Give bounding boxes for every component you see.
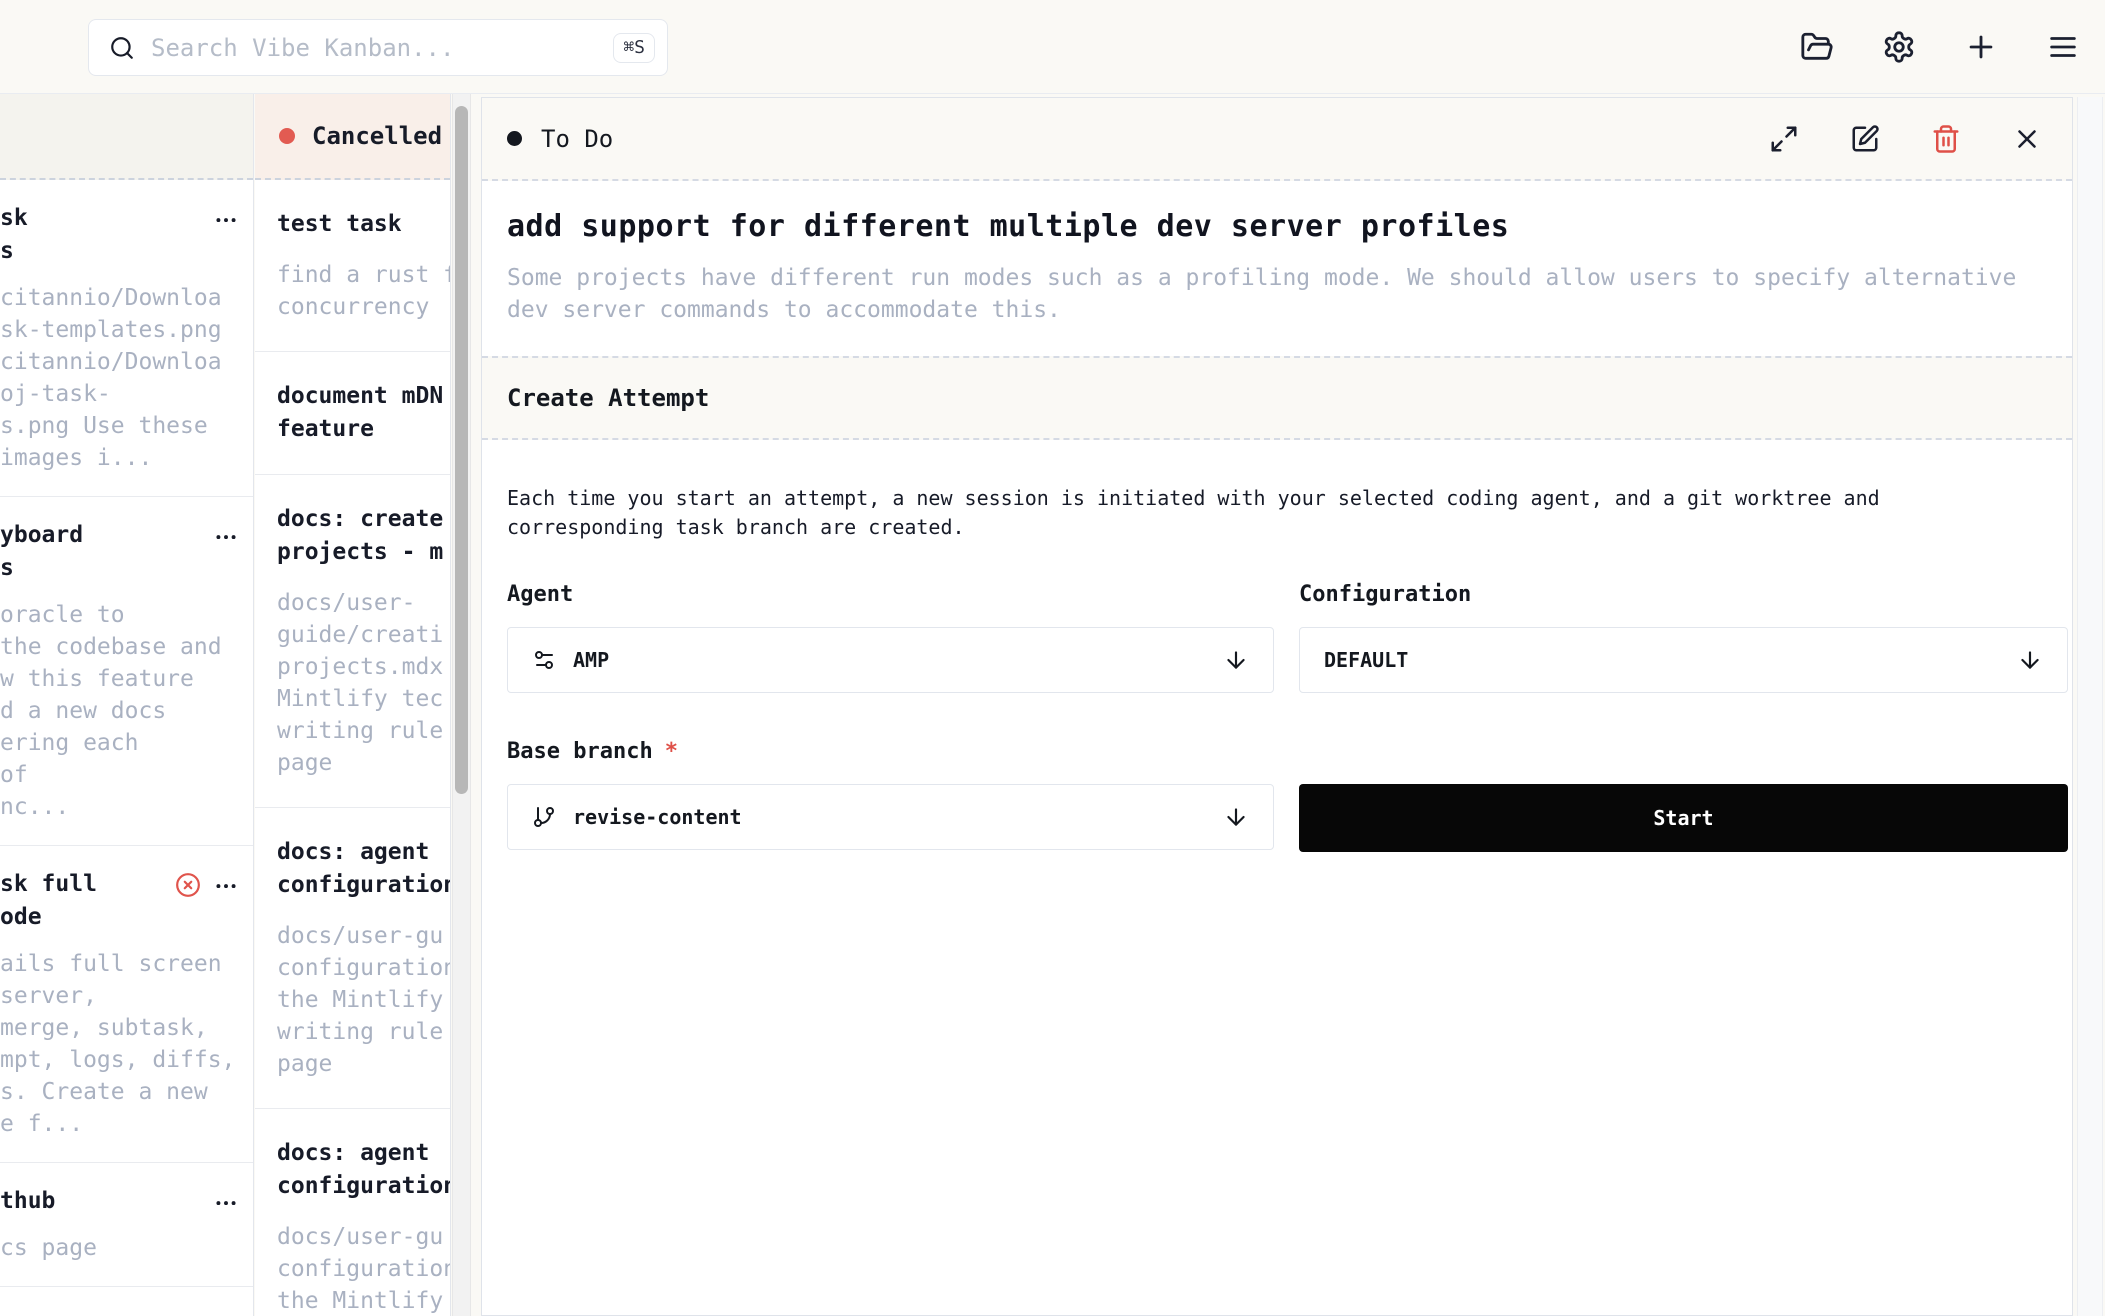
task-card[interactable]: docs: agent configuration docs/user-gu con… [255,808,450,1109]
kanban-column-left: sk s citannio/Downloa sk-templates.png cita… [0,94,254,1316]
card-menu-button[interactable] [213,872,239,898]
task-card-description: cs page [0,1235,97,1261]
scrollbar-thumb[interactable] [455,106,468,794]
task-card-description: ails full screen server, merge, subtask, mp… [0,951,236,1137]
task-card-description: find a rust f concurrency [277,262,450,320]
create-attempt-section-header: Create Attempt [482,356,2072,440]
task-card-title: docs: create projects - m [277,506,444,565]
topbar-actions [1799,0,2081,94]
delete-trash-icon[interactable] [1931,124,1961,154]
task-card[interactable]: thub cs page [0,1163,253,1287]
task-card-title: thub [0,1188,56,1214]
search-icon [109,35,135,61]
task-card-title: sk s [0,205,28,264]
arrow-down-icon [1223,647,1249,673]
kanban-column-cancelled: Cancelled test task find a rust f concurr… [255,94,451,1316]
task-card-description: citannio/Downloa sk-templates.png citannio… [0,285,222,471]
vibe-kanban-app: ⌘S sks [0,0,2105,1316]
create-attempt-info: Each time you start an attempt, a new se… [507,486,1880,539]
column-header-cancelled: Cancelled [255,94,450,180]
base-branch-value: revise-content [573,805,742,829]
task-card[interactable]: sk full ode ails full screen server, merge,… [0,846,253,1163]
configuration-value: DEFAULT [1324,648,1409,672]
task-card[interactable]: yboard s oracle to the codebase and w this … [0,497,253,846]
status-dot-icon [507,131,522,146]
task-card-title: document mDN feature [277,383,444,442]
add-plus-icon[interactable] [1963,29,1999,65]
configuration-label: Configuration [1299,582,1472,607]
agent-select[interactable]: AMP [507,627,1274,693]
search-shortcut-badge: ⌘S [613,32,655,63]
panel-header: To Do [482,98,2072,181]
card-menu-button[interactable] [213,523,239,549]
task-card-description: oracle to the codebase and w this feature d… [0,602,222,820]
task-card-title: yboard s [0,522,84,581]
task-card-title: docs: agent configuration [277,1140,451,1199]
card-menu-button[interactable] [213,206,239,232]
edit-icon[interactable] [1850,124,1880,154]
close-icon[interactable] [2012,124,2042,154]
open-folder-icon[interactable] [1799,29,1835,65]
create-attempt-heading: Create Attempt [507,384,710,412]
task-card-title: docs: agent configuration [277,839,451,898]
task-card[interactable]: docs: agent configuration docs/user-gu con… [255,1109,450,1316]
task-card[interactable]: document mDN feature [255,352,450,475]
task-detail-panel: To Do add support for different multiple… [481,97,2073,1316]
agent-value: AMP [573,648,610,672]
sliders-icon [532,648,556,672]
task-card-description: docs/user-guconfigurationthe Mintlifywri… [277,1224,450,1314]
base-branch-select[interactable]: revise-content [507,784,1274,850]
cancelled-dot-icon [279,128,295,144]
task-card-title: sk full ode [0,871,97,930]
task-description: Some projects have different run modes s… [507,265,2017,323]
status-badge: To Do [541,124,614,153]
topbar: ⌘S [0,0,2105,94]
cancelled-status-icon [175,872,201,898]
panel-actions [1769,124,2042,154]
panel-vertical-scrollbar[interactable] [2077,97,2103,1316]
card-menu-button[interactable] [213,1189,239,1215]
task-card[interactable]: test task find a rust f concurrency [255,180,450,352]
task-card-description: docs/user-guide/creati projects.mdx Mintli… [277,590,444,776]
task-card[interactable]: docs: create projects - m docs/user-guide… [255,475,450,808]
create-attempt-form: Agent Configuration AMP DEFAULT Base bra… [507,582,2068,852]
search-box[interactable]: ⌘S [88,19,668,76]
arrow-down-icon [1223,804,1249,830]
search-input[interactable] [151,33,614,62]
task-title: add support for different multiple dev s… [507,209,1510,244]
configuration-select[interactable]: DEFAULT [1299,627,2068,693]
expand-icon[interactable] [1769,124,1799,154]
column-header [0,94,253,180]
base-branch-label: Base branch * [507,739,678,764]
arrow-down-icon [2017,647,2043,673]
board-vertical-scrollbar[interactable] [452,94,471,1316]
git-branch-icon [532,805,556,829]
settings-gear-icon[interactable] [1881,29,1917,65]
task-card[interactable]: sk s citannio/Downloa sk-templates.png cita… [0,180,253,497]
start-button[interactable]: Start [1299,784,2068,852]
agent-label: Agent [507,582,574,607]
task-card-description: docs/user-guconfigurationthe Mintlifywri… [277,923,450,1077]
menu-hamburger-icon[interactable] [2045,29,2081,65]
column-title: Cancelled [312,122,443,150]
task-card-title: test task [277,211,402,237]
required-asterisk: * [664,739,678,764]
